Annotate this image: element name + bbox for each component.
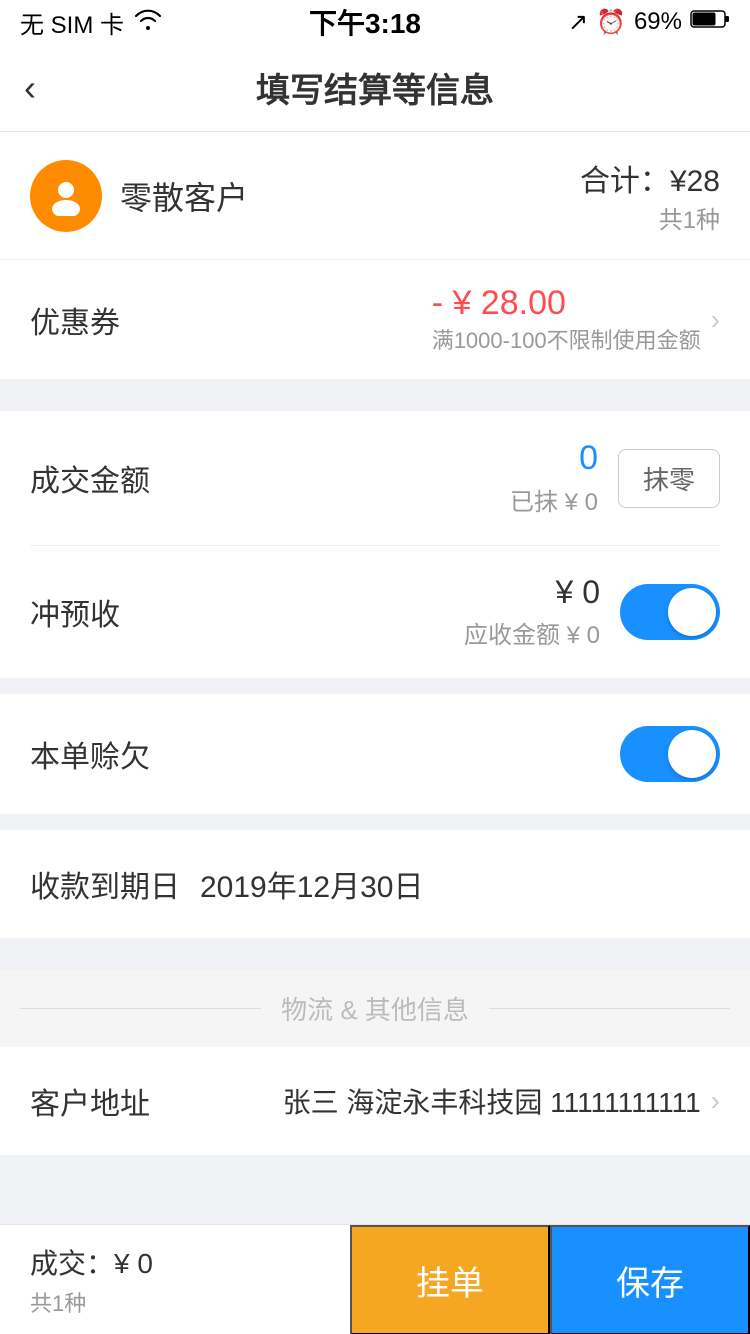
alarm-icon: ⏰ — [596, 8, 626, 37]
bottom-info: 成交：¥ 0 共1种 — [0, 1225, 350, 1334]
back-button[interactable]: ‹ — [24, 67, 36, 109]
coupon-label: 优惠券 — [30, 298, 120, 342]
battery-icon — [690, 8, 730, 36]
hang-order-button[interactable]: 挂单 — [350, 1225, 550, 1334]
deal-amount-row: 成交金额 0 已抹 ¥ 0 抹零 — [30, 411, 720, 546]
deal-amount-value: 0 — [510, 439, 598, 478]
coupon-right: - ¥ 28.00 满1000-100不限制使用金额 › — [432, 284, 720, 355]
credit-row: 本单赊欠 — [30, 694, 720, 814]
bottom-deal-value: ¥ 0 — [114, 1248, 153, 1279]
location-icon: ↗ — [568, 8, 588, 37]
credit-section: 本单赊欠 — [0, 694, 750, 814]
content: 零散客户 合计：¥28 共1种 优惠券 - ¥ 28.00 满1000-100不… — [0, 132, 750, 1275]
toggle-knob — [668, 588, 716, 636]
address-row[interactable]: 客户地址 张三 海淀永丰科技园 11111111111 › — [30, 1047, 720, 1155]
bottom-count: 共1种 — [30, 1286, 320, 1318]
prepay-value: ¥ 0 — [464, 574, 600, 611]
logistics-divider: 物流 & 其他信息 — [0, 970, 750, 1047]
address-value: 张三 海淀永丰科技园 11111111111 — [160, 1081, 701, 1121]
prepay-row: 冲预收 ¥ 0 应收金额 ¥ 0 — [30, 546, 720, 678]
status-left: 无 SIM 卡 — [20, 5, 162, 40]
address-section: 客户地址 张三 海淀永丰科技园 11111111111 › — [0, 1047, 750, 1155]
save-button[interactable]: 保存 — [550, 1225, 750, 1334]
date-section: 收款到期日 2019年12月30日 — [0, 830, 750, 938]
customer-name: 零散客户 — [120, 173, 248, 219]
credit-label: 本单赊欠 — [30, 732, 150, 776]
wifi-icon — [134, 8, 162, 37]
deal-amount-right: 0 已抹 ¥ 0 抹零 — [510, 439, 720, 517]
address-label: 客户地址 — [30, 1079, 150, 1123]
status-right: ↗ ⏰ 69% — [568, 8, 730, 37]
coupon-row[interactable]: 优惠券 - ¥ 28.00 满1000-100不限制使用金额 › — [0, 259, 750, 379]
prepay-right: ¥ 0 应收金额 ¥ 0 — [464, 574, 720, 650]
coupon-chevron-icon: › — [711, 304, 720, 336]
deal-amount-sub: 已抹 ¥ 0 — [510, 482, 598, 517]
coupon-desc: 满1000-100不限制使用金额 — [432, 323, 701, 355]
page-title: 填写结算等信息 — [256, 63, 494, 112]
customer-avatar — [30, 160, 102, 232]
carrier-label: 无 SIM 卡 — [20, 5, 124, 40]
deal-amount-label: 成交金额 — [30, 456, 150, 500]
due-date-value: 2019年12月30日 — [200, 862, 423, 906]
logistics-line-right — [489, 1008, 730, 1009]
bottom-deal-label: 成交： — [30, 1248, 114, 1279]
status-time: 下午3:18 — [309, 2, 421, 42]
coupon-amount: - ¥ 28.00 — [432, 284, 701, 323]
bottom-deal-text: 成交：¥ 0 — [30, 1242, 320, 1282]
section-divider-3 — [0, 954, 750, 970]
date-row: 收款到期日 2019年12月30日 — [30, 830, 720, 938]
customer-right: 合计：¥28 共1种 — [580, 156, 720, 235]
customer-row: 零散客户 合计：¥28 共1种 — [0, 132, 750, 259]
section-divider-1 — [0, 395, 750, 411]
prepay-label: 冲预收 — [30, 590, 120, 634]
bottom-bar: 成交：¥ 0 共1种 挂单 保存 — [0, 1224, 750, 1334]
customer-left: 零散客户 — [30, 160, 248, 232]
address-chevron-icon: › — [711, 1085, 720, 1117]
prepay-sub: 应收金额 ¥ 0 — [464, 615, 600, 650]
customer-count: 共1种 — [580, 200, 720, 235]
battery-label: 69% — [634, 8, 682, 36]
due-date-label: 收款到期日 — [30, 862, 180, 906]
customer-total: 合计：¥28 — [580, 156, 720, 200]
customer-section: 零散客户 合计：¥28 共1种 优惠券 - ¥ 28.00 满1000-100不… — [0, 132, 750, 379]
status-bar: 无 SIM 卡 下午3:18 ↗ ⏰ 69% — [0, 0, 750, 44]
deal-section: 成交金额 0 已抹 ¥ 0 抹零 冲预收 ¥ 0 应收金额 ¥ 0 — [0, 411, 750, 678]
section-divider-2 — [0, 678, 750, 694]
credit-toggle-knob — [668, 730, 716, 778]
round-zero-button[interactable]: 抹零 — [618, 449, 720, 508]
prepay-toggle[interactable] — [620, 584, 720, 640]
logistics-label: 物流 & 其他信息 — [281, 990, 469, 1027]
logistics-line-left — [20, 1008, 261, 1009]
credit-toggle[interactable] — [620, 726, 720, 782]
nav-bar: ‹ 填写结算等信息 — [0, 44, 750, 132]
